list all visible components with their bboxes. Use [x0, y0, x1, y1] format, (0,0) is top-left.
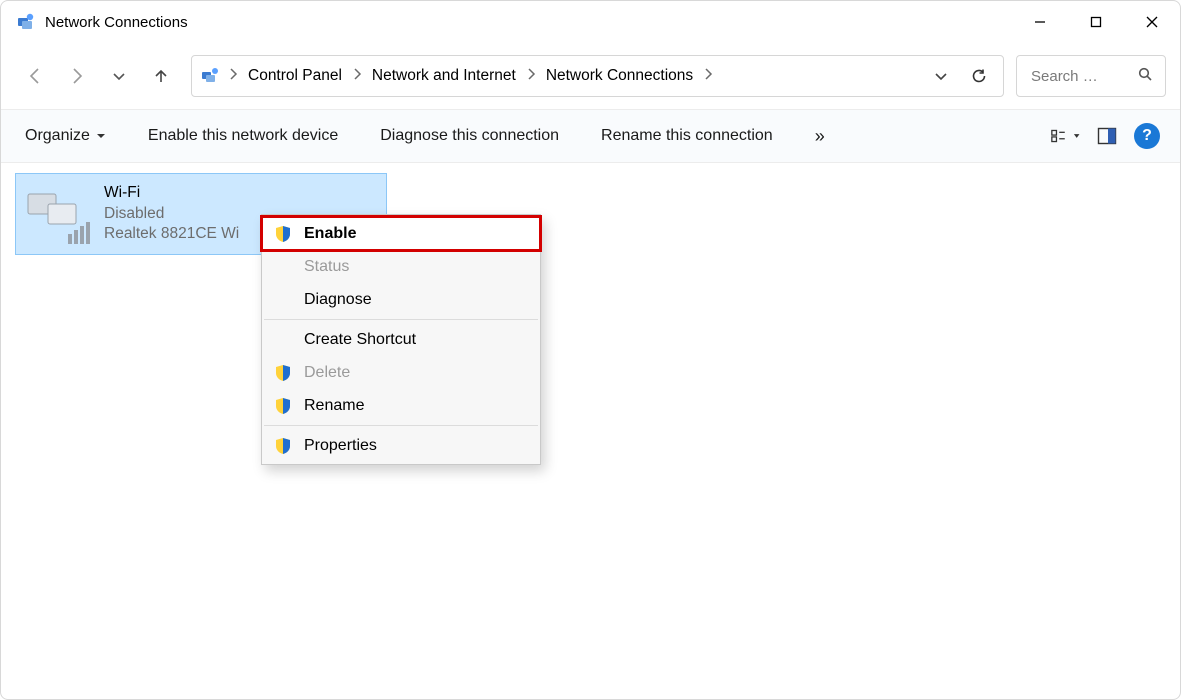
- search-icon[interactable]: [1137, 66, 1153, 86]
- rename-command[interactable]: Rename this connection: [597, 123, 777, 149]
- app-icon: [15, 12, 35, 32]
- rename-label: Rename this connection: [601, 127, 773, 145]
- overflow-icon: »: [815, 126, 825, 147]
- menu-item-status: Status: [262, 250, 540, 283]
- chevron-right-icon[interactable]: [350, 67, 364, 85]
- shield-icon: [272, 435, 294, 457]
- breadcrumb-item[interactable]: Network Connections: [540, 63, 699, 89]
- network-adapter-icon: [24, 180, 94, 250]
- connection-device: Realtek 8821CE Wi: [104, 224, 239, 245]
- menu-item-properties[interactable]: Properties: [262, 429, 540, 462]
- shield-icon: [272, 223, 294, 245]
- blank-icon: [272, 256, 294, 278]
- navigation-bar: Control Panel Network and Internet Netwo…: [1, 43, 1180, 109]
- menu-separator: [264, 319, 538, 320]
- chevron-down-icon: [96, 131, 106, 141]
- forward-button[interactable]: [57, 56, 97, 96]
- menu-item-label: Properties: [304, 437, 377, 455]
- content-area: Wi-Fi Disabled Realtek 8821CE Wi Enable …: [1, 163, 1180, 699]
- diagnose-command[interactable]: Diagnose this connection: [376, 123, 563, 149]
- preview-pane-button[interactable]: [1092, 121, 1122, 151]
- close-button[interactable]: [1124, 1, 1180, 43]
- maximize-button[interactable]: [1068, 1, 1124, 43]
- enable-device-command[interactable]: Enable this network device: [144, 123, 342, 149]
- up-button[interactable]: [141, 56, 181, 96]
- search-input[interactable]: [1029, 67, 1109, 86]
- location-icon: [198, 64, 222, 88]
- breadcrumb-item[interactable]: Control Panel: [242, 63, 348, 89]
- address-bar[interactable]: Control Panel Network and Internet Netwo…: [191, 55, 1004, 97]
- diagnose-label: Diagnose this connection: [380, 127, 559, 145]
- menu-item-label: Create Shortcut: [304, 331, 416, 349]
- help-button[interactable]: ?: [1134, 123, 1160, 149]
- recent-locations-button[interactable]: [99, 56, 139, 96]
- menu-separator: [264, 425, 538, 426]
- organize-label: Organize: [25, 127, 90, 145]
- search-box[interactable]: [1016, 55, 1166, 97]
- menu-item-label: Enable: [304, 225, 356, 243]
- chevron-down-icon: [1073, 132, 1080, 140]
- blank-icon: [272, 289, 294, 311]
- menu-item-label: Rename: [304, 397, 364, 415]
- enable-device-label: Enable this network device: [148, 127, 338, 145]
- menu-item-label: Diagnose: [304, 291, 372, 309]
- breadcrumb-item[interactable]: Network and Internet: [366, 63, 522, 89]
- chevron-right-icon[interactable]: [701, 67, 715, 85]
- overflow-button[interactable]: »: [811, 122, 829, 151]
- shield-icon: [272, 362, 294, 384]
- view-options-button[interactable]: [1050, 121, 1080, 151]
- chevron-right-icon[interactable]: [524, 67, 538, 85]
- chevron-right-icon[interactable]: [226, 67, 240, 85]
- blank-icon: [272, 329, 294, 351]
- address-dropdown-button[interactable]: [923, 58, 959, 94]
- menu-item-create-shortcut[interactable]: Create Shortcut: [262, 323, 540, 356]
- connection-status: Disabled: [104, 204, 239, 225]
- window-title: Network Connections: [45, 14, 188, 31]
- back-button[interactable]: [15, 56, 55, 96]
- menu-item-diagnose[interactable]: Diagnose: [262, 283, 540, 316]
- shield-icon: [272, 395, 294, 417]
- menu-item-rename[interactable]: Rename: [262, 389, 540, 422]
- refresh-button[interactable]: [961, 58, 997, 94]
- menu-item-label: Delete: [304, 364, 350, 382]
- command-bar: Organize Enable this network device Diag…: [1, 109, 1180, 163]
- help-icon: ?: [1142, 127, 1152, 145]
- context-menu: Enable Status Diagnose Create Shortcut D…: [261, 214, 541, 465]
- minimize-button[interactable]: [1012, 1, 1068, 43]
- organize-menu[interactable]: Organize: [21, 123, 110, 149]
- connection-name: Wi-Fi: [104, 183, 239, 204]
- menu-item-enable[interactable]: Enable: [262, 217, 540, 250]
- title-bar: Network Connections: [1, 1, 1180, 43]
- menu-item-delete: Delete: [262, 356, 540, 389]
- menu-item-label: Status: [304, 258, 349, 276]
- connection-text: Wi-Fi Disabled Realtek 8821CE Wi: [104, 180, 239, 248]
